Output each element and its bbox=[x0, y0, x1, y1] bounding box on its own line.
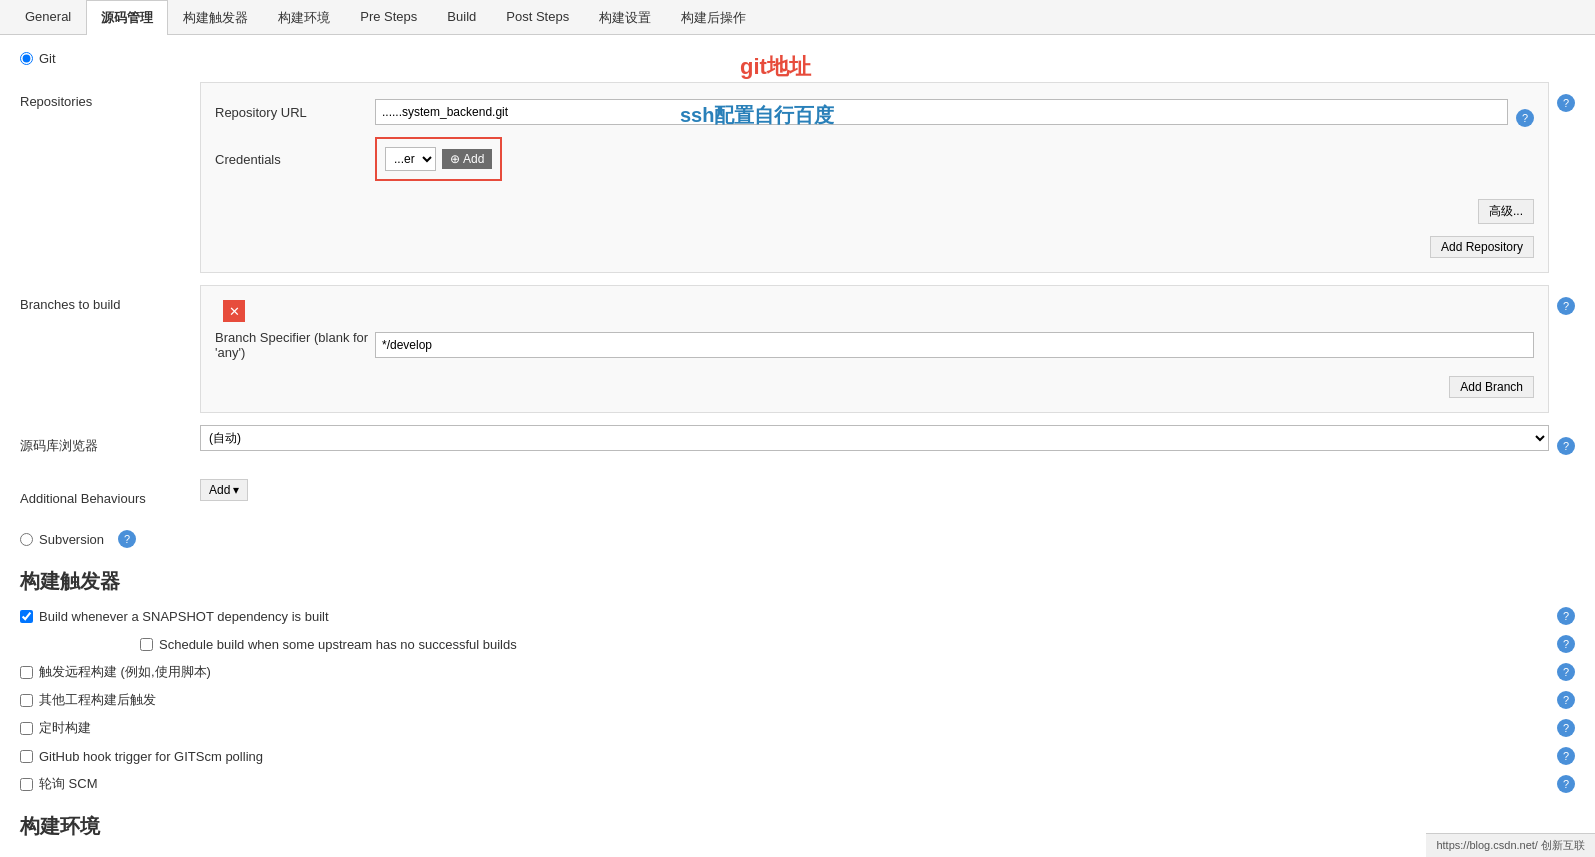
delete-branch-button[interactable]: ✕ bbox=[223, 300, 245, 322]
add-repository-button[interactable]: Add Repository bbox=[1430, 236, 1534, 258]
timed-label: 定时构建 bbox=[39, 719, 91, 737]
tab-postbuild[interactable]: 构建后操作 bbox=[666, 0, 761, 35]
poll-scm-help-icon[interactable]: ? bbox=[1557, 775, 1575, 793]
tab-bar: General 源码管理 构建触发器 构建环境 Pre Steps Build … bbox=[0, 0, 1595, 35]
main-content: Git Repositories Repository URL ? Creden… bbox=[0, 35, 1595, 857]
git-radio-text: Git bbox=[39, 51, 56, 66]
schedule-checkbox[interactable] bbox=[140, 638, 153, 651]
tab-triggers[interactable]: 构建触发器 bbox=[168, 0, 263, 35]
other-project-checkbox[interactable] bbox=[20, 694, 33, 707]
source-browser-help-icon[interactable]: ? bbox=[1557, 437, 1575, 455]
github-hook-checkbox[interactable] bbox=[20, 750, 33, 763]
repo-buttons-row: 高级... bbox=[215, 191, 1534, 224]
credentials-label: Credentials bbox=[215, 152, 375, 167]
branch-specifier-form-row: Branch Specifier (blank for 'any') bbox=[215, 330, 1534, 360]
branches-label: Branches to build bbox=[20, 285, 200, 324]
repo-url-input[interactable] bbox=[375, 99, 1508, 125]
subversion-help-icon[interactable]: ? bbox=[118, 530, 136, 548]
source-browser-section: 源码库浏览器 (自动) ? bbox=[20, 425, 1575, 467]
tab-general[interactable]: General bbox=[10, 0, 86, 35]
snapshot-checkbox[interactable] bbox=[20, 610, 33, 623]
repositories-outer: Repository URL ? Credentials ...er ⊕ bbox=[200, 82, 1575, 273]
timed-help-icon[interactable]: ? bbox=[1557, 719, 1575, 737]
build-env-heading: 构建环境 bbox=[20, 813, 1575, 840]
add-behaviour-button[interactable]: Add ▾ bbox=[200, 479, 248, 501]
repositories-section: Repositories Repository URL ? Credential… bbox=[20, 82, 1575, 273]
repositories-help-icon[interactable]: ? bbox=[1557, 94, 1575, 112]
credentials-row: Credentials ...er ⊕ Add bbox=[215, 137, 1534, 181]
github-hook-help-icon[interactable]: ? bbox=[1557, 747, 1575, 765]
tab-source[interactable]: 源码管理 bbox=[86, 0, 168, 35]
footer-url: https://blog.csdn.net/ bbox=[1436, 839, 1538, 851]
other-project-help-icon[interactable]: ? bbox=[1557, 691, 1575, 709]
build-triggers-heading: 构建触发器 bbox=[20, 568, 1575, 595]
footer-bar: https://blog.csdn.net/ 创新互联 bbox=[1426, 833, 1595, 857]
other-project-checkbox-row: 其他工程构建后触发 ? bbox=[20, 691, 1575, 709]
remote-help-icon[interactable]: ? bbox=[1557, 663, 1575, 681]
source-browser-outer: (自动) ? bbox=[200, 425, 1575, 455]
additional-behaviours-section: Additional Behaviours Add ▾ bbox=[20, 479, 1575, 518]
advanced-button[interactable]: 高级... bbox=[1478, 199, 1534, 224]
repo-url-row: Repository URL ? bbox=[215, 97, 1534, 127]
schedule-checkbox-row: Schedule build when some upstream has no… bbox=[20, 635, 1575, 653]
annotation-git: git地址 bbox=[740, 52, 811, 82]
repo-url-help-icon[interactable]: ? bbox=[1516, 109, 1534, 127]
remote-label: 触发远程构建 (例如,使用脚本) bbox=[39, 663, 211, 681]
branches-content: ✕ Branch Specifier (blank for 'any') Add… bbox=[200, 285, 1549, 413]
repositories-content: Repository URL ? Credentials ...er ⊕ bbox=[200, 82, 1549, 273]
subversion-radio[interactable] bbox=[20, 533, 33, 546]
schedule-help-icon[interactable]: ? bbox=[1557, 635, 1575, 653]
remote-checkbox[interactable] bbox=[20, 666, 33, 679]
branch-specifier-label: Branch Specifier (blank for 'any') bbox=[215, 330, 375, 360]
tab-poststeps[interactable]: Post Steps bbox=[491, 0, 584, 35]
add-branch-button[interactable]: Add Branch bbox=[1449, 376, 1534, 398]
add-behaviour-arrow: ▾ bbox=[233, 483, 239, 497]
timed-checkbox-row: 定时构建 ? bbox=[20, 719, 1575, 737]
tab-env[interactable]: 构建环境 bbox=[263, 0, 345, 35]
source-browser-label: 源码库浏览器 bbox=[20, 425, 200, 467]
snapshot-help-icon[interactable]: ? bbox=[1557, 607, 1575, 625]
additional-behaviours-content: Add ▾ bbox=[200, 479, 248, 501]
schedule-label: Schedule build when some upstream has no… bbox=[159, 637, 517, 652]
repo-url-label: Repository URL bbox=[215, 105, 375, 120]
snapshot-checkbox-row: Build whenever a SNAPSHOT dependency is … bbox=[20, 607, 1575, 625]
remote-checkbox-row: 触发远程构建 (例如,使用脚本) ? bbox=[20, 663, 1575, 681]
subversion-radio-text: Subversion bbox=[39, 532, 104, 547]
poll-scm-label: 轮询 SCM bbox=[39, 775, 98, 793]
add-cred-icon: ⊕ bbox=[450, 152, 460, 166]
additional-behaviours-label: Additional Behaviours bbox=[20, 479, 200, 518]
snapshot-label: Build whenever a SNAPSHOT dependency is … bbox=[39, 609, 329, 624]
tab-settings[interactable]: 构建设置 bbox=[584, 0, 666, 35]
credentials-box: ...er ⊕ Add bbox=[375, 137, 502, 181]
tab-build[interactable]: Build bbox=[432, 0, 491, 35]
github-hook-label: GitHub hook trigger for GITScm polling bbox=[39, 749, 263, 764]
tab-presteps[interactable]: Pre Steps bbox=[345, 0, 432, 35]
branches-help-icon[interactable]: ? bbox=[1557, 297, 1575, 315]
add-cred-label: Add bbox=[463, 152, 484, 166]
credentials-select[interactable]: ...er bbox=[385, 147, 436, 171]
branch-specifier-row: ✕ bbox=[215, 300, 1534, 322]
source-browser-select[interactable]: (自动) bbox=[200, 425, 1549, 451]
add-branch-row: Add Branch bbox=[215, 370, 1534, 398]
timed-checkbox[interactable] bbox=[20, 722, 33, 735]
footer-brand: 创新互联 bbox=[1541, 839, 1585, 851]
poll-scm-checkbox[interactable] bbox=[20, 778, 33, 791]
github-hook-checkbox-row: GitHub hook trigger for GITScm polling ? bbox=[20, 747, 1575, 765]
add-repo-row: Add Repository bbox=[215, 230, 1534, 258]
add-credentials-button[interactable]: ⊕ Add bbox=[442, 149, 492, 169]
poll-scm-checkbox-row: 轮询 SCM ? bbox=[20, 775, 1575, 793]
branch-specifier-input[interactable] bbox=[375, 332, 1534, 358]
add-behaviour-label: Add bbox=[209, 483, 230, 497]
git-radio[interactable] bbox=[20, 52, 33, 65]
branches-section: Branches to build ✕ Branch Specifier (bl… bbox=[20, 285, 1575, 413]
subversion-radio-label[interactable]: Subversion ? bbox=[20, 530, 1575, 548]
annotation-ssh: ssh配置自行百度 bbox=[680, 102, 834, 129]
branches-outer: ✕ Branch Specifier (blank for 'any') Add… bbox=[200, 285, 1575, 413]
repositories-label: Repositories bbox=[20, 82, 200, 121]
other-project-label: 其他工程构建后触发 bbox=[39, 691, 156, 709]
